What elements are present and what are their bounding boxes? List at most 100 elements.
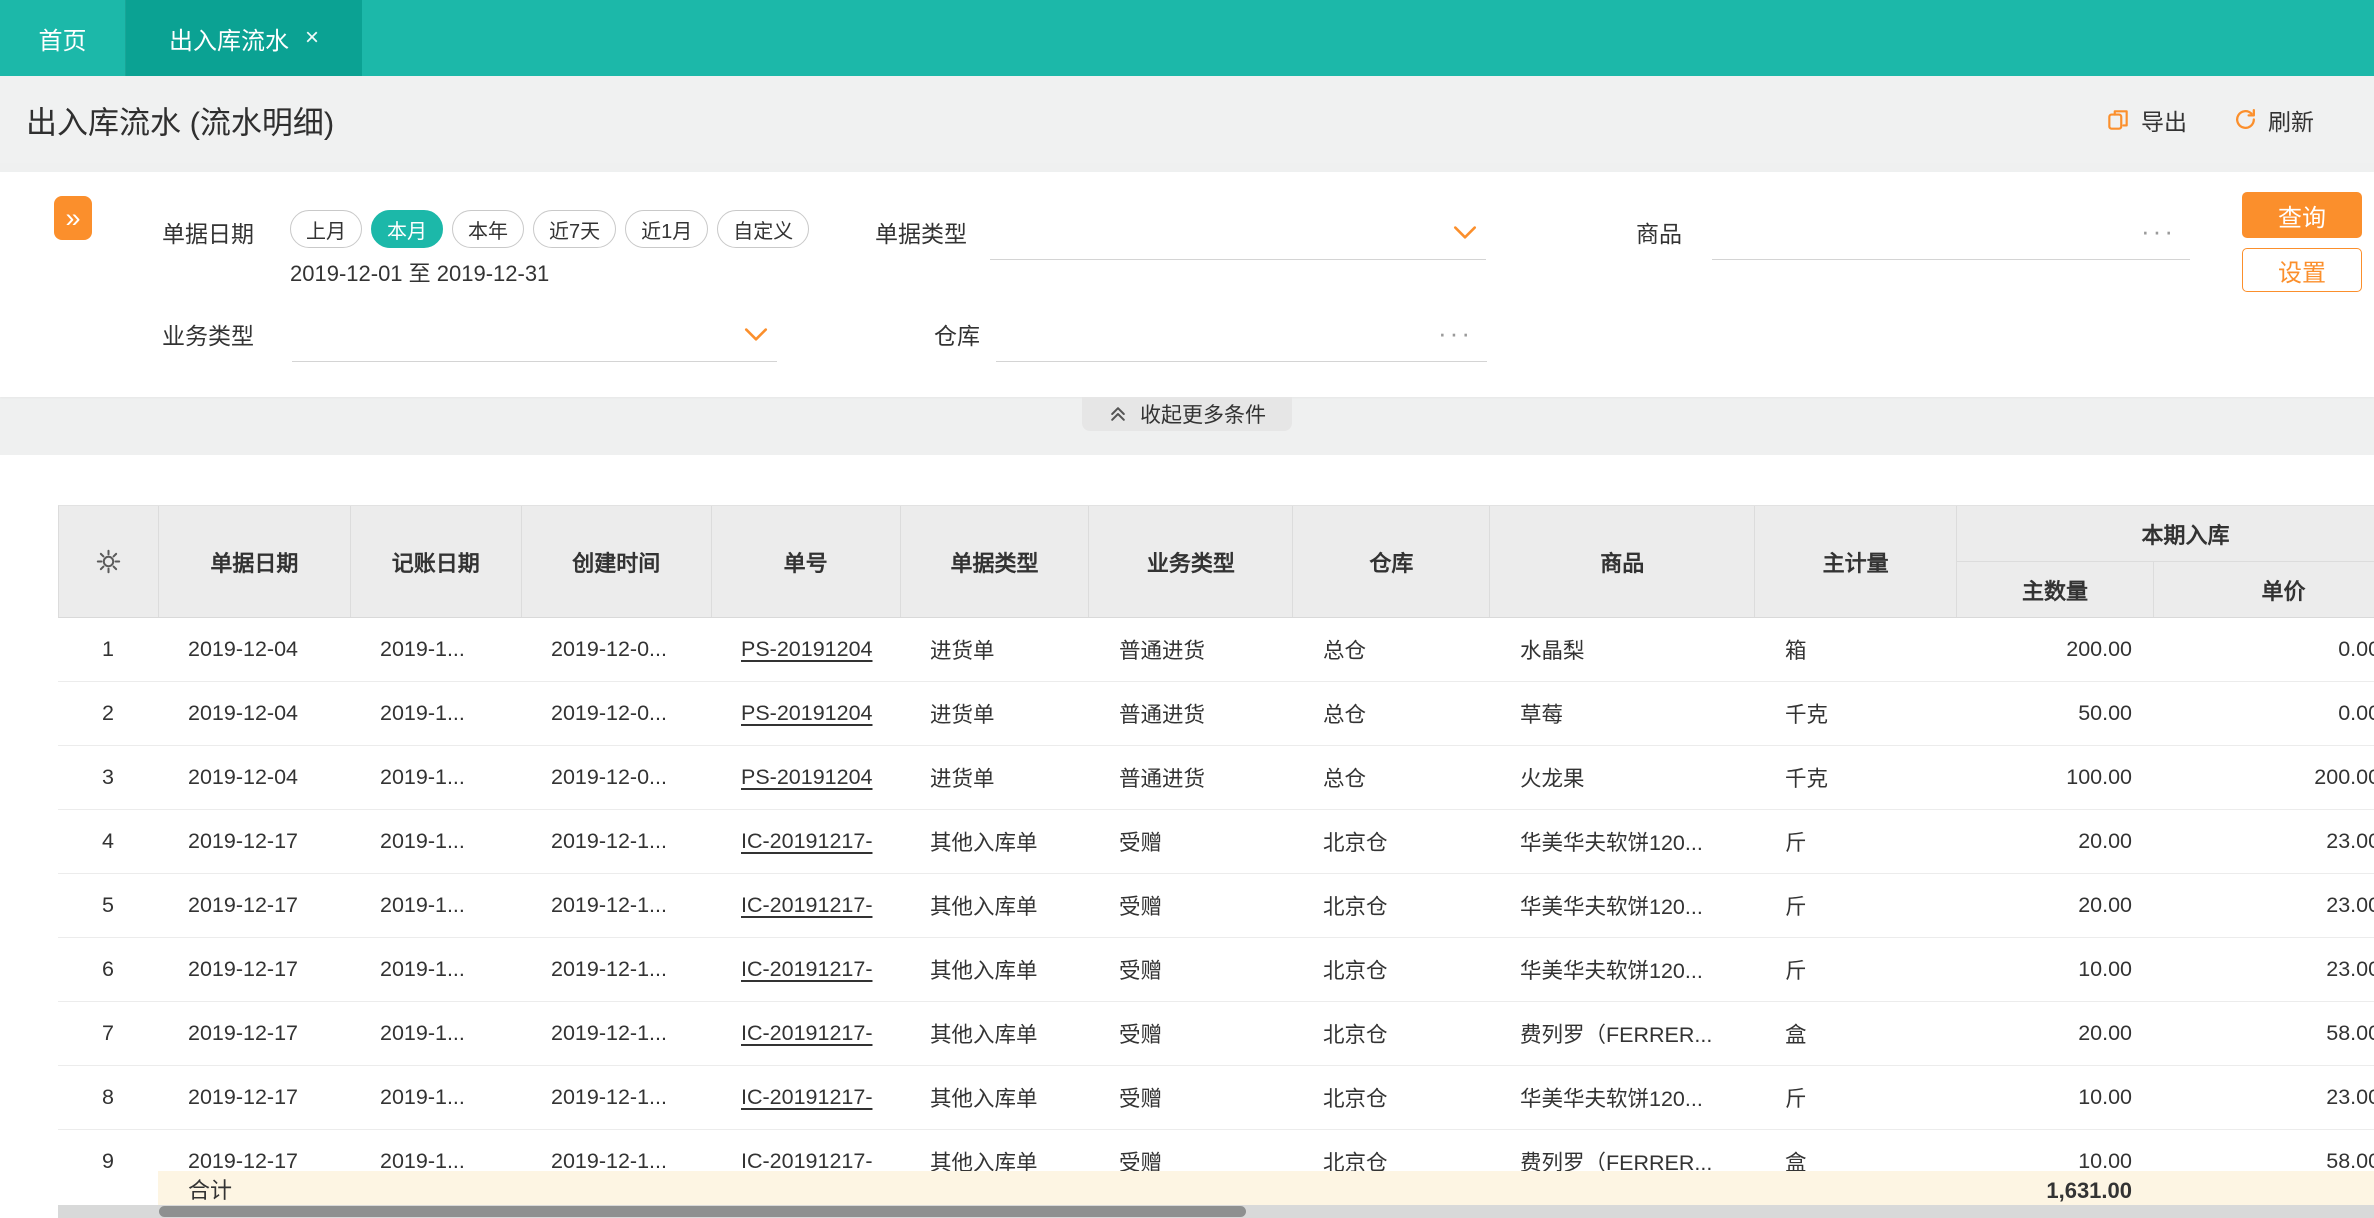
cell-book-date: 2019-1...: [380, 957, 465, 981]
query-button[interactable]: 查询: [2242, 192, 2362, 238]
cell-biz-type: 普通进货: [1119, 767, 1206, 791]
table-row[interactable]: 3 2019-12-04 2019-1... 2019-12-0... PS-2…: [58, 746, 2374, 810]
doc-no-link[interactable]: IC-20191217-: [741, 957, 872, 982]
row-index: 1: [102, 637, 114, 661]
warehouse-input[interactable]: ···: [996, 312, 1487, 362]
table-row[interactable]: 2 2019-12-04 2019-1... 2019-12-0... PS-2…: [58, 682, 2374, 746]
more-icon[interactable]: ···: [1438, 318, 1473, 349]
cell-book-date: 2019-1...: [380, 893, 465, 917]
cell-warehouse: 北京仓: [1323, 959, 1388, 983]
page-title: 出入库流水 (流水明细): [26, 105, 335, 140]
col-unit[interactable]: 主计量: [1755, 506, 1958, 617]
cell-doc-date: 2019-12-17: [188, 1085, 298, 1109]
cell-book-date: 2019-1...: [380, 1021, 465, 1045]
doc-no-link[interactable]: PS-20191204: [741, 765, 873, 790]
chevron-down-icon: [1452, 224, 1478, 247]
table-row[interactable]: 4 2019-12-17 2019-1... 2019-12-1... IC-2…: [58, 810, 2374, 874]
cell-price: 0.000: [2338, 637, 2374, 661]
cell-doc-date: 2019-12-17: [188, 1021, 298, 1045]
scrollbar-thumb[interactable]: [159, 1206, 1246, 1217]
pill-custom[interactable]: 自定义: [717, 210, 810, 248]
collapse-filters-label: 收起更多条件: [1140, 404, 1266, 427]
cell-biz-type: 普通进货: [1119, 639, 1206, 663]
pill-last-7-days[interactable]: 近7天: [533, 210, 617, 248]
cell-unit: 斤: [1785, 1087, 1807, 1111]
cell-warehouse: 总仓: [1323, 703, 1367, 727]
col-group-inbound-label: 本期入库: [1957, 506, 2374, 562]
product-input[interactable]: ···: [1712, 210, 2190, 260]
col-product[interactable]: 商品: [1490, 506, 1756, 617]
doc-no-link[interactable]: IC-20191217-: [741, 829, 872, 854]
col-doc-type[interactable]: 单据类型: [901, 506, 1090, 617]
cell-book-date: 2019-1...: [380, 637, 465, 661]
doc-no-link[interactable]: PS-20191204: [741, 701, 873, 726]
table-body: 1 2019-12-04 2019-1... 2019-12-0... PS-2…: [58, 618, 2374, 1194]
col-created[interactable]: 创建时间: [522, 506, 712, 617]
row-index: 2: [102, 701, 114, 725]
table-section: 单据日期 记账日期 创建时间 单号 单据类型 业务类型 仓库 商品 主计量 本期…: [0, 455, 2374, 1218]
refresh-button[interactable]: 刷新: [2233, 103, 2314, 137]
biz-type-select[interactable]: [292, 312, 777, 362]
table-row[interactable]: 5 2019-12-17 2019-1... 2019-12-1... IC-2…: [58, 874, 2374, 938]
cell-biz-type: 受赠: [1119, 831, 1163, 855]
export-button[interactable]: 导出: [2105, 103, 2187, 137]
col-doc-date[interactable]: 单据日期: [159, 506, 351, 617]
cell-doc-date: 2019-12-17: [188, 957, 298, 981]
pill-this-month[interactable]: 本月: [371, 210, 443, 248]
pill-last-1-month[interactable]: 近1月: [625, 210, 709, 248]
doc-no-link[interactable]: IC-20191217-: [741, 1021, 872, 1046]
cell-qty: 10.00: [2078, 957, 2132, 981]
cell-created: 2019-12-1...: [551, 957, 667, 981]
table-row[interactable]: 6 2019-12-17 2019-1... 2019-12-1... IC-2…: [58, 938, 2374, 1002]
cell-created: 2019-12-0...: [551, 765, 667, 789]
date-range-text[interactable]: 2019-12-01 至 2019-12-31: [290, 256, 549, 288]
col-qty[interactable]: 主数量: [1957, 562, 2155, 617]
cell-doc-type: 其他入库单: [930, 895, 1038, 919]
cell-doc-date: 2019-12-04: [188, 765, 298, 789]
cell-book-date: 2019-1...: [380, 829, 465, 853]
cell-qty: 200.00: [2066, 637, 2132, 661]
cell-book-date: 2019-1...: [380, 701, 465, 725]
pill-this-year[interactable]: 本年: [452, 210, 524, 248]
col-price[interactable]: 单价: [2154, 562, 2374, 617]
row-index: 7: [102, 1021, 114, 1045]
horizontal-scrollbar[interactable]: [58, 1205, 2374, 1218]
tab-home[interactable]: 首页: [0, 0, 126, 76]
col-doc-no[interactable]: 单号: [712, 506, 901, 617]
pill-last-month[interactable]: 上月: [290, 210, 362, 248]
doc-no-link[interactable]: IC-20191217-: [741, 1085, 872, 1110]
cell-unit: 箱: [1785, 639, 1807, 663]
tab-close-icon[interactable]: ×: [305, 26, 319, 50]
table-row[interactable]: 7 2019-12-17 2019-1... 2019-12-1... IC-2…: [58, 1002, 2374, 1066]
tab-inout-flow[interactable]: 出入库流水 ×: [126, 0, 362, 76]
date-range-pills: 上月 本月 本年 近7天 近1月 自定义: [290, 210, 810, 248]
doc-no-link[interactable]: PS-20191204: [741, 637, 873, 662]
expand-panel-button[interactable]: »: [54, 196, 92, 240]
cell-created: 2019-12-1...: [551, 1021, 667, 1045]
col-biz-type[interactable]: 业务类型: [1089, 506, 1294, 617]
more-icon[interactable]: ···: [2141, 216, 2176, 247]
cell-doc-type: 进货单: [930, 639, 995, 663]
col-warehouse[interactable]: 仓库: [1293, 506, 1491, 617]
cell-unit: 斤: [1785, 959, 1807, 983]
cell-warehouse: 北京仓: [1323, 831, 1388, 855]
collapse-filters-button[interactable]: 收起更多条件: [1082, 397, 1292, 431]
cell-biz-type: 受赠: [1119, 959, 1163, 983]
table-row[interactable]: 1 2019-12-04 2019-1... 2019-12-0... PS-2…: [58, 618, 2374, 682]
row-index: 3: [102, 765, 114, 789]
column-settings-icon[interactable]: [95, 548, 122, 575]
settings-button[interactable]: 设置: [2242, 248, 2362, 292]
cell-doc-type: 其他入库单: [930, 959, 1038, 983]
table-row[interactable]: 8 2019-12-17 2019-1... 2019-12-1... IC-2…: [58, 1066, 2374, 1130]
cell-created: 2019-12-0...: [551, 637, 667, 661]
cell-created: 2019-12-0...: [551, 701, 667, 725]
cell-book-date: 2019-1...: [380, 765, 465, 789]
cell-product: 火龙果: [1520, 767, 1585, 791]
doc-no-link[interactable]: IC-20191217-: [741, 893, 872, 918]
col-book-date[interactable]: 记账日期: [351, 506, 522, 617]
col-group-inbound: 本期入库 主数量 单价: [1957, 506, 2374, 617]
cell-doc-type: 进货单: [930, 703, 995, 727]
doc-type-select[interactable]: [990, 210, 1486, 260]
cell-warehouse: 北京仓: [1323, 1023, 1388, 1047]
cell-warehouse: 总仓: [1323, 639, 1367, 663]
